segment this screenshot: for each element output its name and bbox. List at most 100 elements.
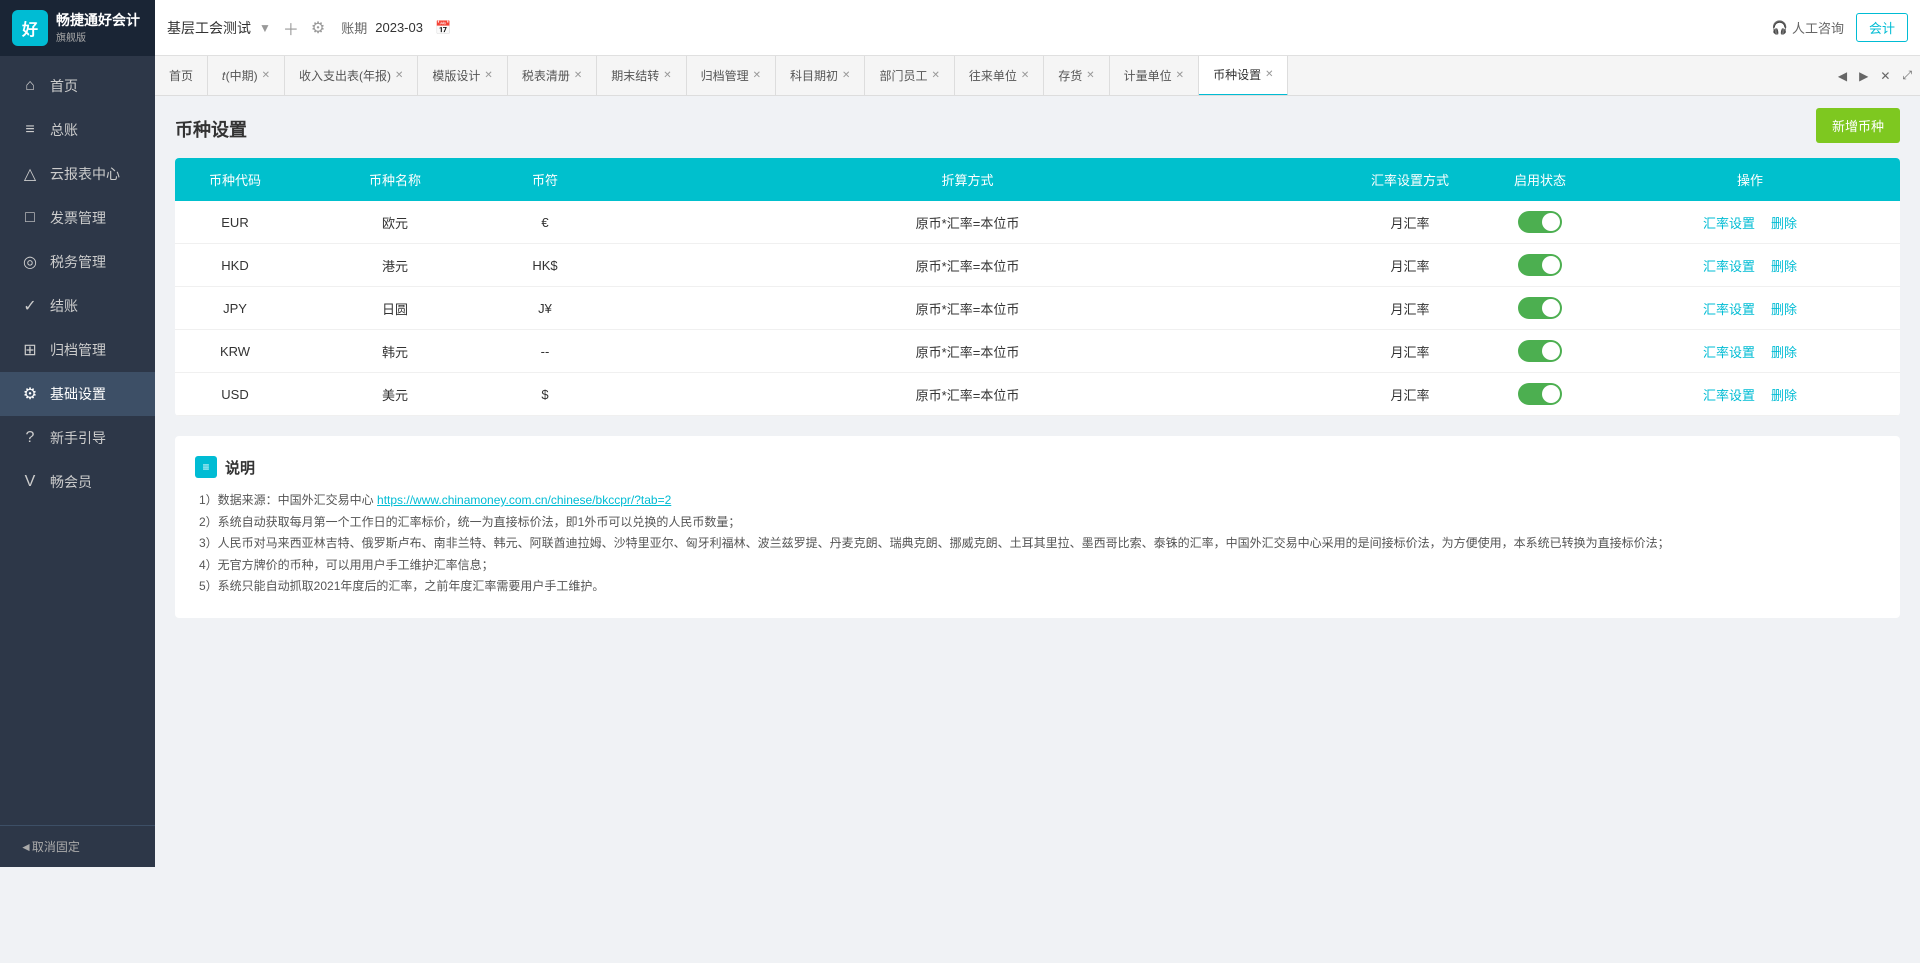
sidebar-item-guide[interactable]: ? 新手引导 <box>0 416 155 460</box>
note-item-5: 5）系统只能自动抓取2021年度后的汇率，之前年度汇率需要用户手工维护。 <box>195 576 1880 598</box>
tab-home[interactable]: 首页 <box>155 56 208 96</box>
delete-link[interactable]: 删除 <box>1771 256 1797 275</box>
tab-unit[interactable]: 计量单位 ✕ <box>1110 56 1199 96</box>
tab-currency[interactable]: 币种设置 ✕ <box>1199 56 1288 96</box>
table-row: USD 美元 $ 原币*汇率=本位币 月汇率 汇率设置 删除 <box>175 373 1900 416</box>
note-item-3: 3）人民币对马来西亚林吉特、俄罗斯卢布、南非兰特、韩元、阿联酋迪拉姆、沙特里亚尔… <box>195 533 1880 555</box>
company-settings-btn[interactable]: ⚙ <box>311 18 325 38</box>
currency-symbol: $ <box>495 377 595 412</box>
note-text: 3）人民币对马来西亚林吉特、俄罗斯卢布、南非兰特、韩元、阿联酋迪拉姆、沙特里亚尔… <box>199 536 1670 550</box>
rate-type: 月汇率 <box>1340 375 1480 414</box>
close-icon[interactable]: ✕ <box>753 70 761 81</box>
tab-dept[interactable]: 部门员工 ✕ <box>865 56 954 96</box>
sidebar-item-reports[interactable]: △ 云报表中心 <box>0 152 155 196</box>
rate-settings-link[interactable]: 汇率设置 <box>1703 213 1755 232</box>
delete-link[interactable]: 删除 <box>1771 342 1797 361</box>
tab-prev-btn[interactable]: ◀ <box>1834 67 1851 85</box>
new-currency-btn[interactable]: 新增币种 <box>1816 108 1900 143</box>
delete-link[interactable]: 删除 <box>1771 213 1797 232</box>
tab-template[interactable]: 模版设计 ✕ <box>418 56 507 96</box>
close-icon[interactable]: ✕ <box>663 70 671 81</box>
rate-settings-link[interactable]: 汇率设置 <box>1703 342 1755 361</box>
rate-settings-link[interactable]: 汇率设置 <box>1703 299 1755 318</box>
row-actions: 汇率设置 删除 <box>1600 203 1900 242</box>
help-label: 人工咨询 <box>1792 18 1844 37</box>
sidebar-item-label: 结账 <box>50 296 78 316</box>
note-section: ≡ 说明 1）数据来源：中国外汇交易中心 https://www.chinamo… <box>175 436 1900 618</box>
sidebar-item-label: 畅会员 <box>50 472 92 492</box>
rate-settings-link[interactable]: 汇率设置 <box>1703 385 1755 404</box>
tab-contact[interactable]: 往来单位 ✕ <box>955 56 1044 96</box>
company-dropdown[interactable]: ▼ <box>259 21 271 35</box>
tab-tax[interactable]: 税表清册 ✕ <box>508 56 597 96</box>
close-icon[interactable]: ✕ <box>574 70 582 81</box>
sidebar-item-label: 云报表中心 <box>50 164 120 184</box>
close-icon[interactable]: ✕ <box>1176 70 1184 81</box>
close-icon[interactable]: ✕ <box>842 70 850 81</box>
delete-link[interactable]: 删除 <box>1771 385 1797 404</box>
app-sub: 旗舰版 <box>56 29 140 44</box>
note-list: 1）数据来源：中国外汇交易中心 https://www.chinamoney.c… <box>195 490 1880 598</box>
close-icon[interactable]: ✕ <box>931 70 939 81</box>
member-icon: V <box>20 473 40 491</box>
close-icon[interactable]: ✕ <box>1021 70 1029 81</box>
row-actions: 汇率设置 删除 <box>1600 375 1900 414</box>
sidebar-item-ledger[interactable]: ≡ 总账 <box>0 108 155 152</box>
enable-toggle[interactable] <box>1518 383 1562 405</box>
rate-type: 月汇率 <box>1340 289 1480 328</box>
enable-toggle[interactable] <box>1518 211 1562 233</box>
sidebar-item-archive[interactable]: ⊞ 归档管理 <box>0 328 155 372</box>
sidebar-pin-toggle[interactable]: ◄取消固定 <box>0 825 155 867</box>
close-icon[interactable]: ✕ <box>395 70 403 81</box>
close-icon[interactable]: ✕ <box>1265 69 1273 80</box>
tab-archive[interactable]: 归档管理 ✕ <box>687 56 776 96</box>
tab-income[interactable]: 收入支出表(年报) ✕ <box>285 56 418 96</box>
close-icon[interactable]: ✕ <box>484 70 492 81</box>
note-text: 1）数据来源：中国外汇交易中心 <box>199 493 377 507</box>
tab-next-btn[interactable]: ▶ <box>1855 67 1872 85</box>
th-action: 操作 <box>1600 158 1900 201</box>
tab-label: 首页 <box>169 67 193 84</box>
row-actions: 汇率设置 删除 <box>1600 246 1900 285</box>
currency-code: JPY <box>175 291 295 326</box>
account-btn[interactable]: 会计 <box>1856 13 1908 42</box>
tab-inventory[interactable]: 存货 ✕ <box>1044 56 1109 96</box>
enable-toggle[interactable] <box>1518 254 1562 276</box>
sidebar-item-member[interactable]: V 畅会员 <box>0 460 155 504</box>
sidebar-item-settings[interactable]: ⚙ 基础设置 <box>0 372 155 416</box>
tab-subject[interactable]: 科目期初 ✕ <box>776 56 865 96</box>
sidebar-item-tax[interactable]: ◎ 税务管理 <box>0 240 155 284</box>
currency-name: 港元 <box>295 246 495 285</box>
currency-code: EUR <box>175 205 295 240</box>
currency-code: KRW <box>175 334 295 369</box>
tab-label: 往来单位 <box>969 67 1017 84</box>
th-status: 启用状态 <box>1480 158 1600 201</box>
delete-link[interactable]: 删除 <box>1771 299 1797 318</box>
currency-name: 欧元 <box>295 203 495 242</box>
currency-table: 币种代码 币种名称 币符 折算方式 汇率设置方式 启用状态 操作 EUR 欧元 … <box>175 158 1900 416</box>
tab-period-end[interactable]: 期末结转 ✕ <box>597 56 686 96</box>
app-name: 畅捷通好会计 <box>56 12 140 29</box>
tab-period[interactable]: 𝑡(中期) ✕ <box>208 56 285 96</box>
help-btn[interactable]: 🎧 人工咨询 <box>1772 18 1844 37</box>
sidebar-item-invoice[interactable]: □ 发票管理 <box>0 196 155 240</box>
note-link[interactable]: https://www.chinamoney.com.cn/chinese/bk… <box>377 493 671 507</box>
sidebar-item-settle[interactable]: ✓ 结账 <box>0 284 155 328</box>
note-title-text: 说明 <box>225 457 255 478</box>
close-icon[interactable]: ✕ <box>1086 70 1094 81</box>
period-calendar-icon[interactable]: 📅 <box>435 20 451 36</box>
rate-settings-link[interactable]: 汇率设置 <box>1703 256 1755 275</box>
tab-expand-btn[interactable]: ⤢ <box>1898 66 1916 85</box>
th-name: 币种名称 <box>295 158 495 201</box>
row-actions: 汇率设置 删除 <box>1600 289 1900 328</box>
close-icon[interactable]: ✕ <box>262 70 270 81</box>
tab-label: 科目期初 <box>790 67 838 84</box>
app-logo-icon: 好 <box>12 10 48 46</box>
add-company-btn[interactable]: ＋ <box>283 16 299 40</box>
sidebar-item-home[interactable]: ⌂ 首页 <box>0 64 155 108</box>
enable-toggle[interactable] <box>1518 340 1562 362</box>
tab-close-all-btn[interactable]: ✕ <box>1876 67 1894 85</box>
tab-label: 计量单位 <box>1124 67 1172 84</box>
enable-toggle[interactable] <box>1518 297 1562 319</box>
calc-method: 原币*汇率=本位币 <box>595 332 1340 371</box>
